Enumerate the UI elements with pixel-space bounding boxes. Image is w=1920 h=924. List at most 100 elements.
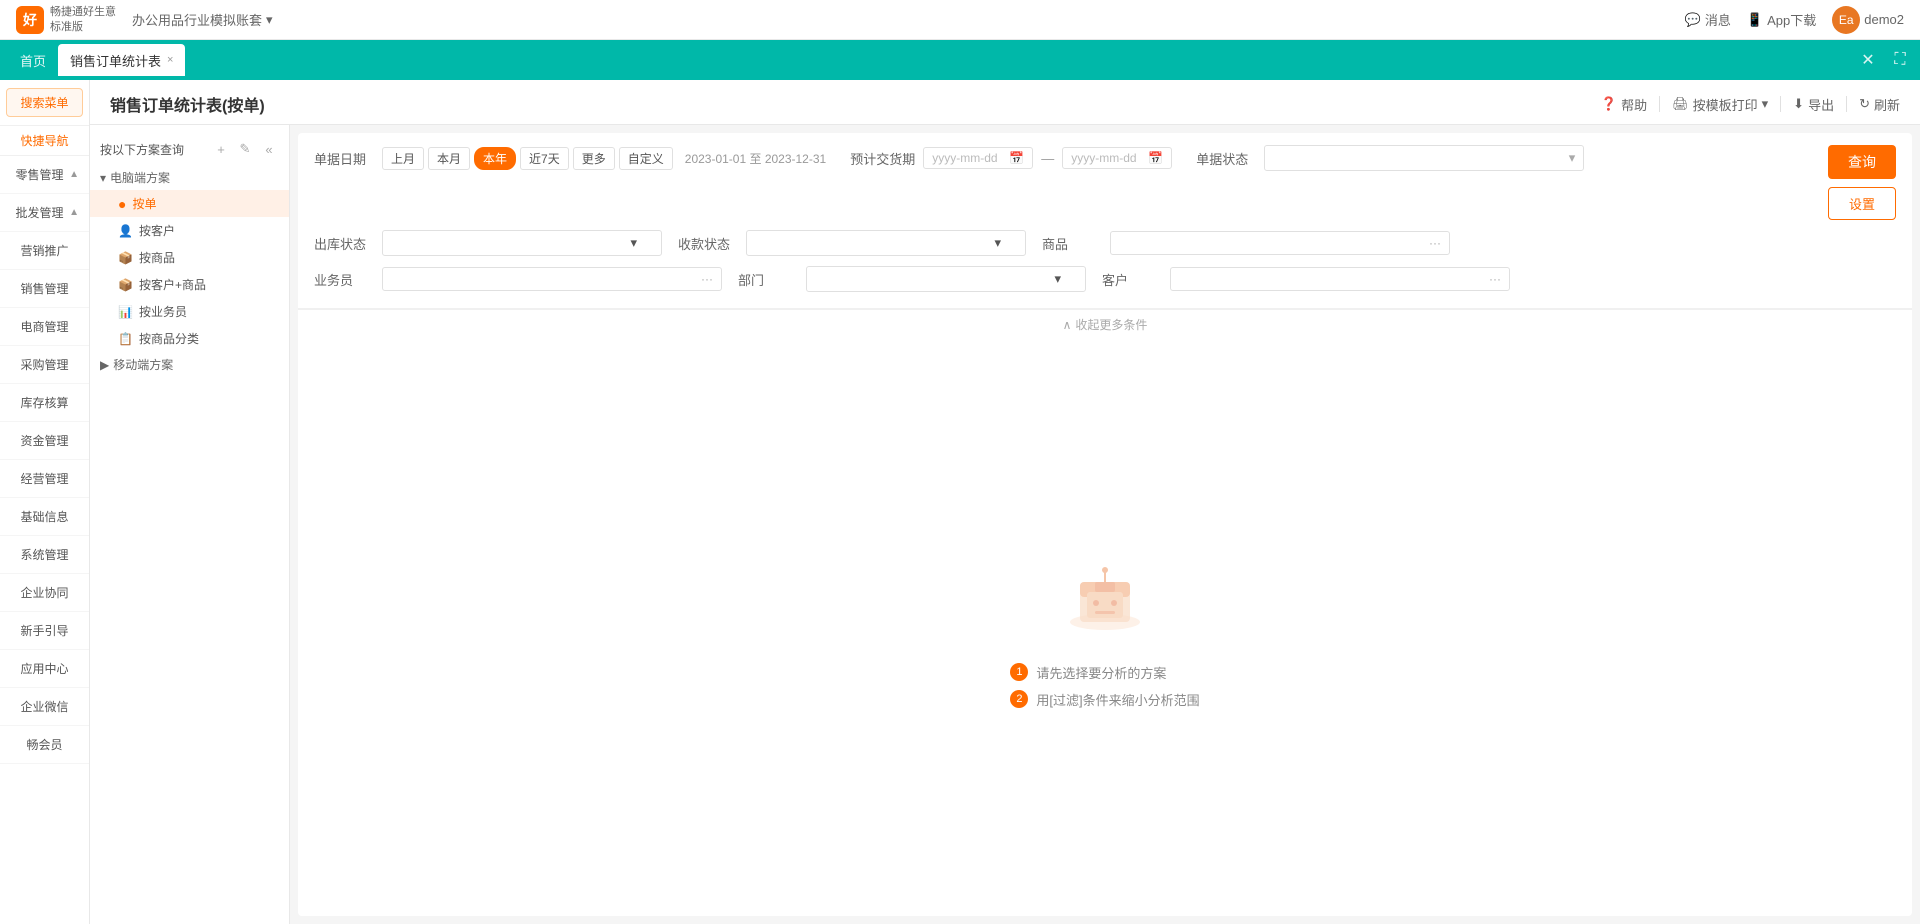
product-group: 商品 ··· [1042, 231, 1450, 255]
date-range-display: 2023-01-01 至 2023-12-31 [685, 150, 826, 167]
user-area[interactable]: Ea demo2 [1832, 6, 1904, 34]
salesperson-field[interactable]: ··· [382, 267, 722, 291]
department-label: 部门 [738, 270, 798, 289]
sidebar-item-wholesale[interactable]: 批发管理 ▲ [0, 194, 89, 232]
tab-bar: 首页 销售订单统计表 × ✕ ⛶ [0, 40, 1920, 80]
print-icon: 🖨 [1672, 96, 1689, 112]
sidebar-item-sales[interactable]: 销售管理 [0, 270, 89, 308]
tab-home[interactable]: 首页 [8, 44, 58, 76]
status-label: 单据状态 [1196, 149, 1256, 168]
page-header-actions: ❓ 帮助 🖨 按模板打印 ▾ ⬇ 导出 ↻ 刷新 [1601, 95, 1900, 114]
logo-icon: 好 [16, 6, 44, 34]
divider-1 [1659, 96, 1660, 112]
payment-status-label: 收款状态 [678, 234, 738, 253]
print-btn[interactable]: 🖨 按模板打印 ▾ [1672, 95, 1768, 114]
left-panel: 按以下方案查询 + ✎ « ▾ 电脑端方案 ● 按单 👤 按客户 [90, 125, 290, 924]
download-icon: 📱 [1747, 12, 1763, 28]
payment-status-select[interactable]: ▾ [746, 230, 1026, 256]
sidebar-item-basic[interactable]: 基础信息 [0, 498, 89, 536]
salesperson-label: 业务员 [314, 270, 374, 289]
sidebar-item-system[interactable]: 系统管理 [0, 536, 89, 574]
collapse-bar[interactable]: ∧ 收起更多条件 [298, 309, 1912, 339]
tab-sales-order-stats[interactable]: 销售订单统计表 × [58, 44, 185, 76]
calendar-from-icon: 📅 [1009, 151, 1024, 165]
print-dropdown-icon: ▾ [1762, 96, 1769, 112]
divider-3 [1846, 96, 1847, 112]
product-label: 商品 [1042, 234, 1102, 253]
by-salesperson-icon: 📊 [118, 305, 133, 319]
date-btn-last-month[interactable]: 上月 [382, 147, 424, 170]
app-selector[interactable]: 办公用品行业模拟账套 ▾ [124, 10, 281, 29]
settings-btn[interactable]: 设置 [1828, 187, 1896, 220]
tab-bar-right: ✕ ⛶ [1856, 48, 1912, 72]
sidebar-item-marketing[interactable]: 营销推广 [0, 232, 89, 270]
empty-illustration [1055, 547, 1155, 647]
status-select[interactable]: ▾ [1264, 145, 1584, 171]
calendar-to-icon: 📅 [1148, 151, 1163, 165]
product-field[interactable]: ··· [1110, 231, 1450, 255]
department-select[interactable]: ▾ [806, 266, 1086, 292]
department-group: 部门 ▾ [738, 266, 1086, 292]
tip-2-num: 2 [1010, 690, 1028, 708]
page-title: 销售订单统计表(按单) [110, 92, 265, 116]
salesperson-more-icon: ··· [701, 272, 713, 286]
date-btn-custom[interactable]: 自定义 [619, 147, 673, 170]
sidebar-item-ecommerce[interactable]: 电商管理 [0, 308, 89, 346]
sidebar-item-purchase[interactable]: 采购管理 [0, 346, 89, 384]
tree-node-by-customer-product[interactable]: 📦 按客户+商品 [90, 271, 289, 298]
sidebar-item-appstore[interactable]: 应用中心 [0, 650, 89, 688]
main-content: 搜索菜单 快捷导航 零售管理 ▲ 批发管理 ▲ 营销推广 销售管理 电商管理 采… [0, 80, 1920, 924]
tree-node-by-product-cat[interactable]: 📋 按商品分类 [90, 325, 289, 352]
by-product-icon: 📦 [118, 251, 133, 265]
quick-nav-btn[interactable]: 快捷导航 [0, 126, 89, 156]
empty-state: 1 请先选择要分析的方案 2 用[过滤]条件来缩小分析范围 [298, 339, 1912, 916]
ship-status-select[interactable]: ▾ [382, 230, 662, 256]
sidebar-search-area: 搜索菜单 [0, 80, 89, 126]
predicted-date-to[interactable]: yyyy-mm-dd 📅 [1062, 147, 1172, 169]
date-btn-this-year[interactable]: 本年 [474, 147, 516, 170]
customer-field[interactable]: ··· [1170, 267, 1510, 291]
desktop-section[interactable]: ▾ 电脑端方案 [90, 165, 289, 190]
search-menu-btn[interactable]: 搜索菜单 [6, 88, 83, 117]
close-window-btn[interactable]: ✕ [1856, 48, 1880, 72]
sidebar-item-inventory[interactable]: 库存核算 [0, 384, 89, 422]
predicted-date-from[interactable]: yyyy-mm-dd 📅 [923, 147, 1033, 169]
edit-scheme-btn[interactable]: ✎ [235, 139, 255, 159]
sidebar-item-finance[interactable]: 资金管理 [0, 422, 89, 460]
tab-close-icon[interactable]: × [167, 54, 173, 66]
collapse-panel-btn[interactable]: « [259, 139, 279, 159]
mobile-section[interactable]: ▶ 移动端方案 [90, 352, 289, 377]
customer-label: 客户 [1102, 270, 1162, 289]
payment-status-group: 收款状态 ▾ [678, 230, 1026, 256]
date-btn-this-month[interactable]: 本月 [428, 147, 470, 170]
wholesale-arrow-icon: ▲ [69, 207, 79, 218]
help-btn[interactable]: ❓ 帮助 [1601, 95, 1647, 114]
sidebar-item-enterprise[interactable]: 企业协同 [0, 574, 89, 612]
payment-status-chevron: ▾ [994, 235, 1001, 251]
tip-1-num: 1 [1010, 663, 1028, 681]
maximize-window-btn[interactable]: ⛶ [1888, 48, 1912, 72]
empty-tip-2: 2 用[过滤]条件来缩小分析范围 [1010, 690, 1199, 709]
tree-node-by-product[interactable]: 📦 按商品 [90, 244, 289, 271]
sidebar-item-vip[interactable]: 畅会员 [0, 726, 89, 764]
sidebar-item-retail[interactable]: 零售管理 ▲ [0, 156, 89, 194]
message-btn[interactable]: 💬 消息 [1685, 10, 1731, 29]
sidebar-item-newbie[interactable]: 新手引导 [0, 612, 89, 650]
ship-status-label: 出库状态 [314, 234, 374, 253]
date-connector: — [1041, 151, 1054, 166]
tree-node-by-order[interactable]: ● 按单 [90, 190, 289, 217]
retail-arrow-icon: ▲ [69, 169, 79, 180]
refresh-btn[interactable]: ↻ 刷新 [1859, 95, 1900, 114]
download-btn[interactable]: 📱 App下载 [1747, 10, 1816, 29]
date-btn-more[interactable]: 更多 [573, 147, 615, 170]
sidebar-item-operations[interactable]: 经营管理 [0, 460, 89, 498]
header-left: 好 畅捷通好生意 标准版 办公用品行业模拟账套 ▾ [16, 5, 281, 34]
tree-node-by-customer[interactable]: 👤 按客户 [90, 217, 289, 244]
export-btn[interactable]: ⬇ 导出 [1793, 95, 1834, 114]
tree-node-by-salesperson[interactable]: 📊 按业务员 [90, 298, 289, 325]
date-btn-7days[interactable]: 近7天 [520, 147, 569, 170]
query-btn[interactable]: 查询 [1828, 145, 1896, 179]
sidebar-item-wechat[interactable]: 企业微信 [0, 688, 89, 726]
add-scheme-btn[interactable]: + [211, 139, 231, 159]
customer-more-icon: ··· [1489, 272, 1501, 286]
